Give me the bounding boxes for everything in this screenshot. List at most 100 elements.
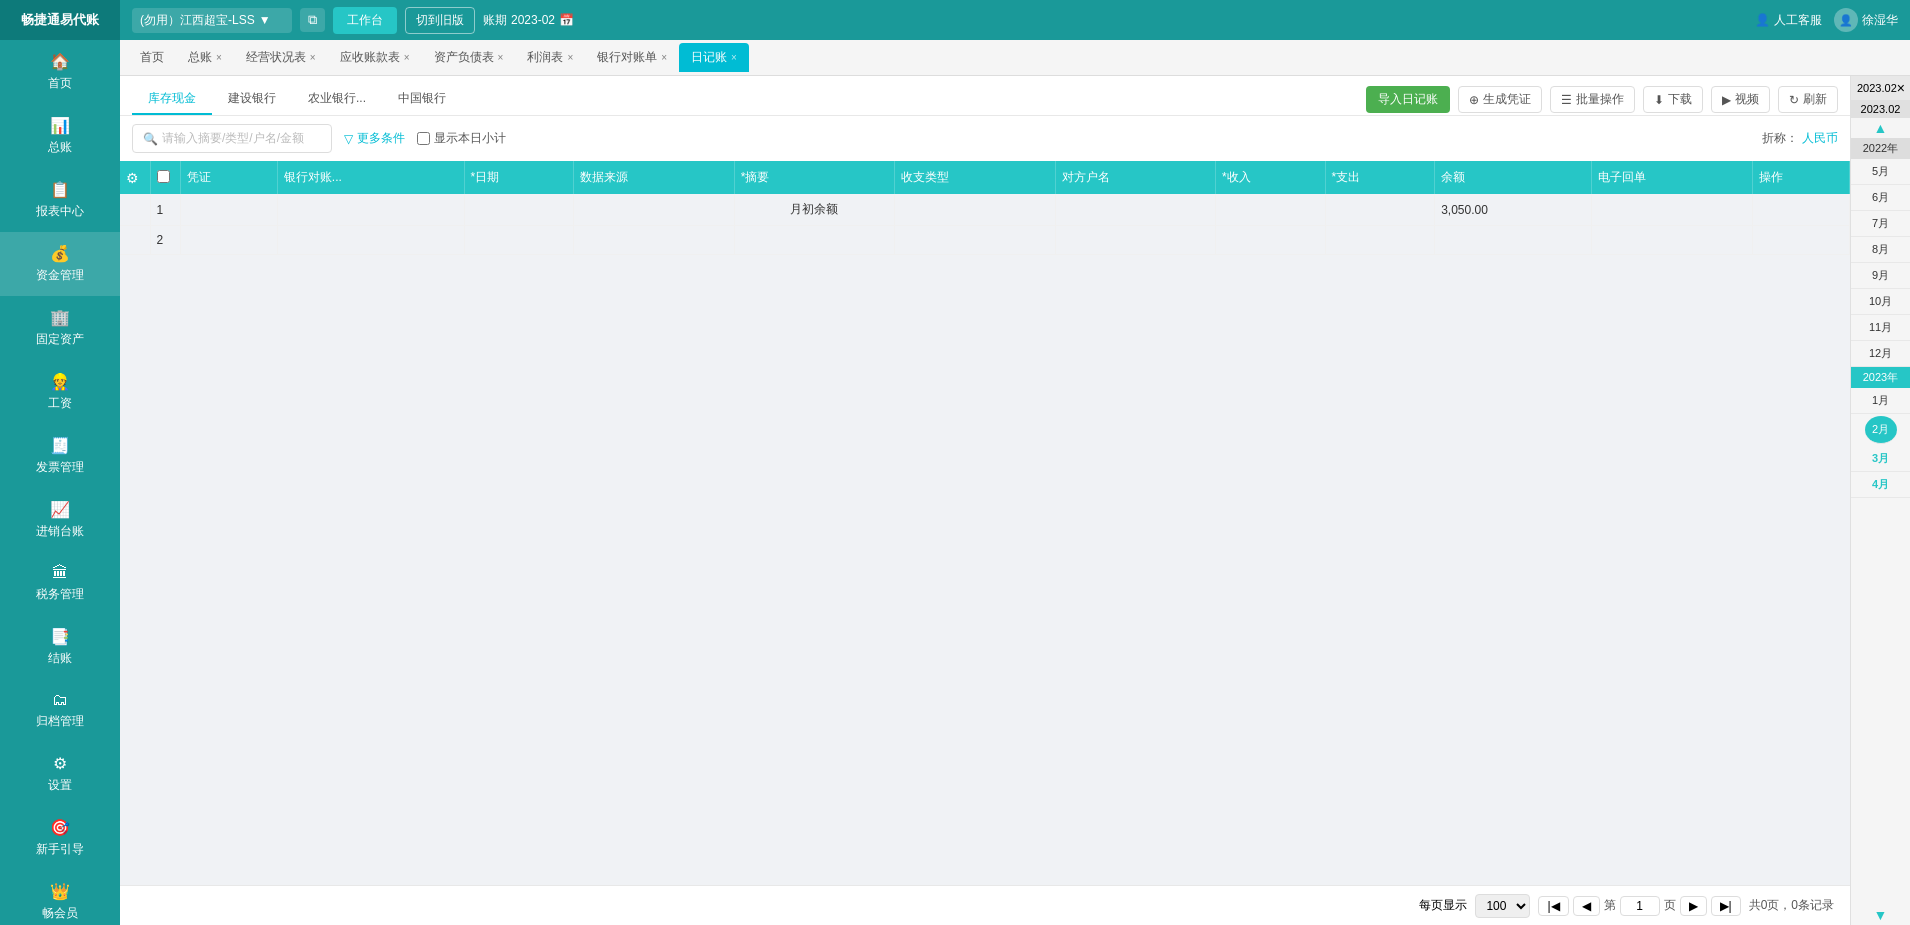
sidebar-item-invoice[interactable]: 🧾 发票管理: [0, 424, 120, 488]
cell-num: 2: [150, 226, 180, 255]
closing-icon: 📑: [50, 627, 70, 646]
sub-tab-cash[interactable]: 库存现金: [132, 84, 212, 115]
tab-balance-sheet[interactable]: 资产负债表 ×: [422, 43, 516, 72]
sub-tab-china-bank[interactable]: 中国银行: [382, 84, 462, 115]
home-icon: 🏠: [50, 52, 70, 71]
sidebar-item-tutorial[interactable]: 🎯 新手引导: [0, 806, 120, 870]
tab-accounts-receivable[interactable]: 应收账款表 ×: [328, 43, 422, 72]
sidebar-item-label: 固定资产: [36, 331, 84, 348]
th-date: *日期: [464, 161, 574, 194]
currency-selector[interactable]: 人民币: [1802, 130, 1838, 147]
download-button[interactable]: ⬇ 下载: [1643, 86, 1703, 113]
first-page-button[interactable]: |◀: [1538, 896, 1568, 916]
archive-icon: 🗂: [52, 691, 68, 709]
old-version-button[interactable]: 切到旧版: [405, 7, 475, 34]
month-item-5[interactable]: 5月: [1851, 159, 1910, 185]
member-icon: 👑: [50, 882, 70, 901]
month-item-2-active[interactable]: 2月: [1865, 416, 1897, 444]
service-button[interactable]: 👤 人工客服: [1755, 12, 1822, 29]
batch-button[interactable]: ☰ 批量操作: [1550, 86, 1635, 113]
page-number-input[interactable]: [1620, 896, 1660, 916]
cell-income-type: [895, 226, 1055, 255]
user-profile-button[interactable]: 👤 徐湿华: [1834, 8, 1898, 32]
top-bar-right: 👤 人工客服 👤 徐湿华: [1755, 8, 1898, 32]
close-icon[interactable]: ×: [216, 52, 222, 63]
cell-ereceipt: [1592, 194, 1752, 226]
sidebar-item-assets[interactable]: 🏢 固定资产: [0, 296, 120, 360]
tab-bank-statement[interactable]: 银行对账单 ×: [585, 43, 679, 72]
cell-bank-match: [277, 226, 464, 255]
content-wrapper: 库存现金 建设银行 农业银行... 中国银行 导入日记账 ⊕ 生成凭证 ☰ 批量…: [120, 76, 1910, 925]
sub-tab-construction-bank[interactable]: 建设银行: [212, 84, 292, 115]
show-daily-total-checkbox[interactable]: 显示本日小计: [417, 130, 506, 147]
month-item-9[interactable]: 9月: [1851, 263, 1910, 289]
month-item-8[interactable]: 8月: [1851, 237, 1910, 263]
close-icon[interactable]: ×: [731, 52, 737, 63]
sidebar-item-finance[interactable]: 💰 资金管理: [0, 232, 120, 296]
date-nav-down[interactable]: ▼: [1851, 905, 1910, 925]
close-icon[interactable]: ×: [310, 52, 316, 63]
sidebar-item-tax[interactable]: 🏛 税务管理: [0, 552, 120, 615]
month-item-10[interactable]: 10月: [1851, 289, 1910, 315]
company-selector[interactable]: (勿用）江西超宝-LSS ▼: [132, 8, 292, 33]
sidebar: 畅捷通易代账 🏠 首页 📊 总账 📋 报表中心 💰 资金管理 🏢 固定资产 👷 …: [0, 0, 120, 925]
th-expense: *支出: [1325, 161, 1435, 194]
tab-profit[interactable]: 利润表 ×: [515, 43, 585, 72]
chevron-down-icon: ▼: [259, 13, 271, 27]
tab-journal[interactable]: 日记账 ×: [679, 43, 749, 72]
tax-icon: 🏛: [52, 564, 68, 582]
table-row: 2: [120, 226, 1850, 255]
sidebar-item-archive[interactable]: 🗂 归档管理: [0, 679, 120, 742]
sidebar-item-member[interactable]: 👑 畅会员: [0, 870, 120, 925]
tab-ledger[interactable]: 总账 ×: [176, 43, 234, 72]
tab-home[interactable]: 首页: [128, 43, 176, 72]
close-icon[interactable]: ×: [661, 52, 667, 63]
tab-business-status[interactable]: 经营状况表 ×: [234, 43, 328, 72]
sidebar-item-payroll[interactable]: 👷 工资: [0, 360, 120, 424]
cell-source: [574, 194, 734, 226]
select-all-checkbox[interactable]: [157, 170, 170, 183]
th-settings[interactable]: ⚙: [120, 161, 150, 194]
close-icon[interactable]: ×: [498, 52, 504, 63]
sub-tab-agriculture-bank[interactable]: 农业银行...: [292, 84, 382, 115]
year-2023-label: 2023年: [1851, 367, 1910, 388]
sidebar-item-reports[interactable]: 📋 报表中心: [0, 168, 120, 232]
close-icon[interactable]: ×: [404, 52, 410, 63]
sidebar-item-ledger[interactable]: 📊 总账: [0, 104, 120, 168]
workbench-button[interactable]: 工作台: [333, 7, 397, 34]
month-item-12[interactable]: 12月: [1851, 341, 1910, 367]
finance-icon: 💰: [50, 244, 70, 263]
copy-button[interactable]: ⧉: [300, 8, 325, 32]
date-panel-close-button[interactable]: ×: [1897, 80, 1905, 96]
daily-total-checkbox-input[interactable]: [417, 132, 430, 145]
close-icon[interactable]: ×: [567, 52, 573, 63]
sidebar-item-label: 结账: [48, 650, 72, 667]
month-item-3[interactable]: 3月: [1851, 446, 1910, 472]
prev-page-button[interactable]: ◀: [1573, 896, 1600, 916]
month-item-11[interactable]: 11月: [1851, 315, 1910, 341]
date-nav-up[interactable]: ▲: [1851, 118, 1910, 138]
import-button[interactable]: 导入日记账: [1366, 86, 1450, 113]
page-size-label: 每页显示: [1419, 897, 1467, 914]
month-item-1[interactable]: 1月: [1851, 388, 1910, 414]
last-page-button[interactable]: ▶|: [1711, 896, 1741, 916]
service-icon: 👤: [1755, 13, 1770, 27]
refresh-button[interactable]: ↻ 刷新: [1778, 86, 1838, 113]
search-input-container[interactable]: 🔍 请输入摘要/类型/户名/金额: [132, 124, 332, 153]
download-icon: ⬇: [1654, 93, 1664, 107]
cell-num: 1: [150, 194, 180, 226]
sidebar-item-home[interactable]: 🏠 首页: [0, 40, 120, 104]
next-page-button[interactable]: ▶: [1680, 896, 1707, 916]
sidebar-item-closing[interactable]: 📑 结账: [0, 615, 120, 679]
month-item-7[interactable]: 7月: [1851, 211, 1910, 237]
month-item-4[interactable]: 4月: [1851, 472, 1910, 498]
video-button[interactable]: ▶ 视频: [1711, 86, 1770, 113]
sidebar-item-purchase-sales[interactable]: 📈 进销台账: [0, 488, 120, 552]
generate-voucher-button[interactable]: ⊕ 生成凭证: [1458, 86, 1542, 113]
page-size-select[interactable]: 100 50 200: [1475, 894, 1530, 918]
cell-ereceipt: [1592, 226, 1752, 255]
more-conditions-button[interactable]: ▽ 更多条件: [344, 130, 405, 147]
sidebar-item-settings[interactable]: ⚙ 设置: [0, 742, 120, 806]
th-checkbox[interactable]: [150, 161, 180, 194]
month-item-6[interactable]: 6月: [1851, 185, 1910, 211]
